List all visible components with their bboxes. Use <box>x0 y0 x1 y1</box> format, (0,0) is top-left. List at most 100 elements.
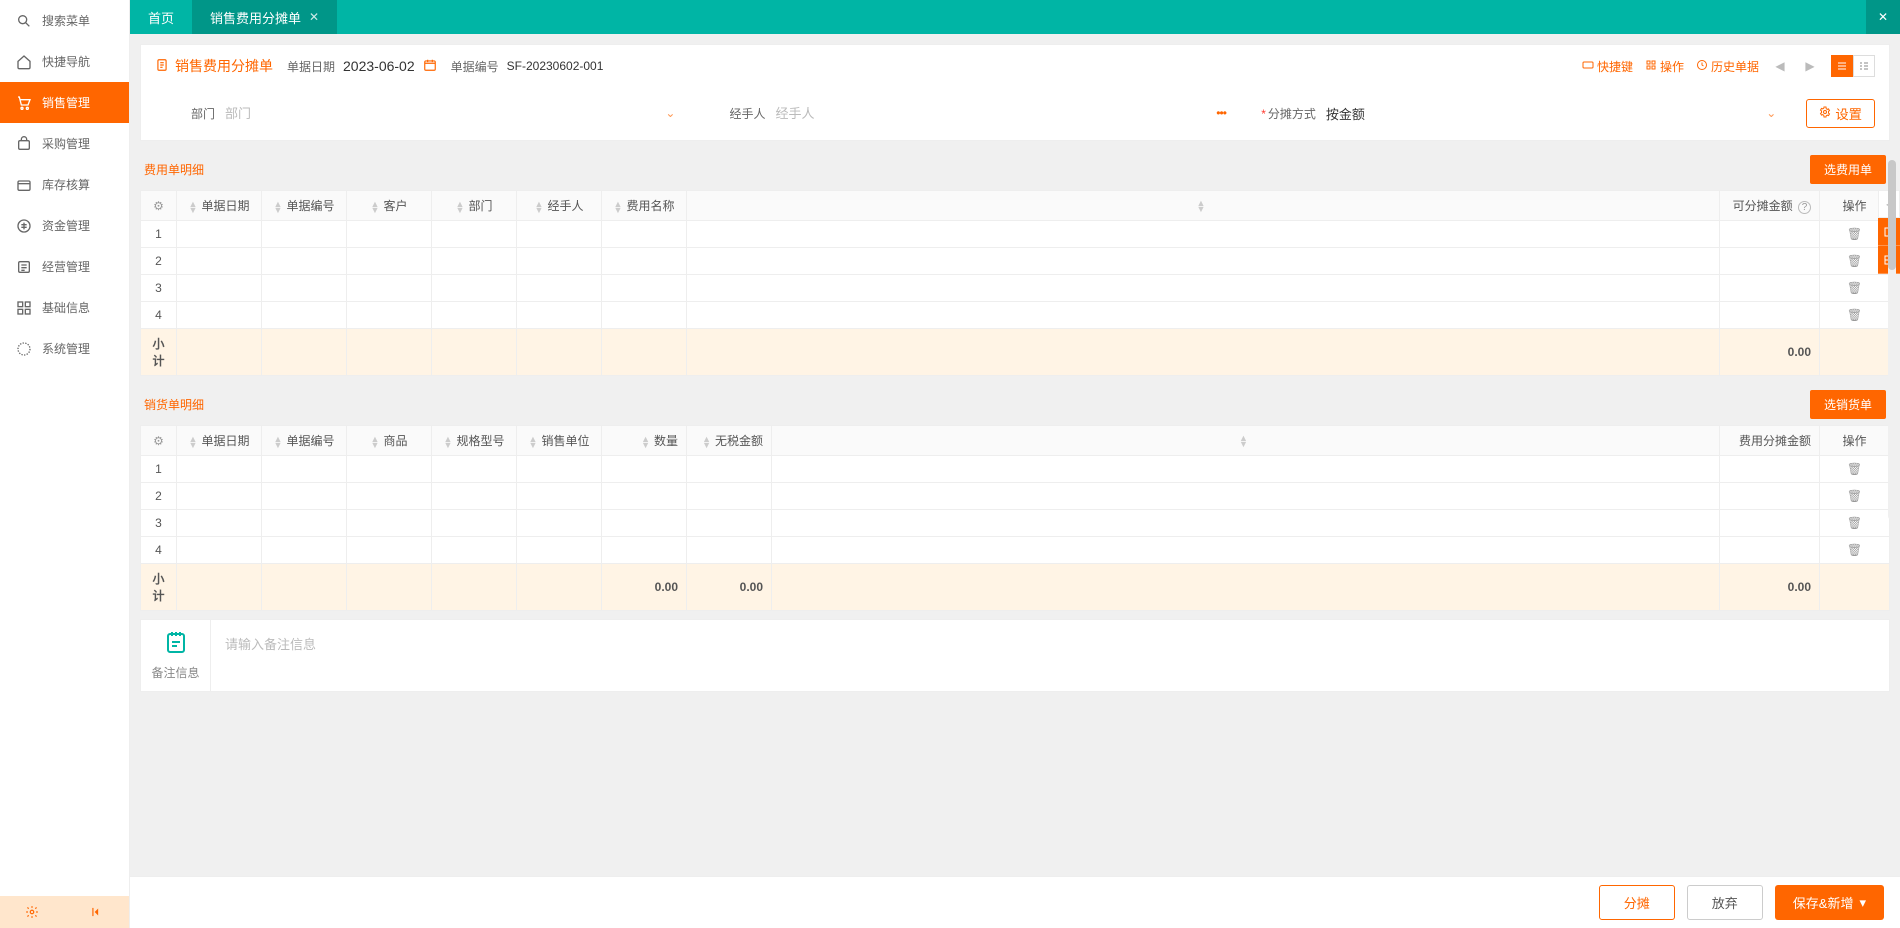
sidebar-item-nav[interactable]: 快捷导航 <box>0 41 129 82</box>
discard-button[interactable]: 放弃 <box>1687 885 1763 920</box>
delete-icon[interactable]: 🗑 <box>1847 462 1862 476</box>
bag-icon <box>16 136 32 152</box>
date-value[interactable]: 2023-06-02 <box>343 58 415 74</box>
sort-icon[interactable]: ▲▼ <box>614 201 623 213</box>
sort-icon[interactable]: ▲▼ <box>274 436 283 448</box>
sort-icon[interactable]: ▲▼ <box>274 201 283 213</box>
handler-input[interactable] <box>775 102 1225 125</box>
document-icon <box>155 58 169 75</box>
scrollbar[interactable] <box>1888 160 1896 520</box>
help-icon[interactable]: ? <box>1798 201 1811 214</box>
sort-icon[interactable]: ▲▼ <box>702 436 711 448</box>
view-list-button[interactable] <box>1831 55 1853 77</box>
search-icon <box>16 13 32 29</box>
gear-icon[interactable]: ⚙ <box>153 434 164 448</box>
save-new-button[interactable]: 保存&新增 ▾ <box>1775 885 1884 920</box>
sidebar-item-basic[interactable]: 基础信息 <box>0 287 129 328</box>
grid-icon <box>16 300 32 316</box>
sidebar-label: 基础信息 <box>42 299 90 316</box>
sidebar: 搜索菜单 快捷导航 销售管理 采购管理 库存核算 资金管理 <box>0 0 130 928</box>
history-link[interactable]: 历史单据 <box>1696 58 1759 75</box>
sort-icon[interactable]: ▲▼ <box>444 436 453 448</box>
table-row[interactable]: 1🗑 <box>141 456 1890 483</box>
sidebar-item-finance[interactable]: 资金管理 <box>0 205 129 246</box>
tab-current[interactable]: 销售费用分摊单 ✕ <box>192 0 337 34</box>
home-icon <box>16 54 32 70</box>
subtotal-row: 小计0.00 <box>141 329 1890 376</box>
method-select[interactable] <box>1326 102 1776 125</box>
page-title: 销售费用分摊单 <box>155 56 273 76</box>
table-row[interactable]: 4🗑 <box>141 537 1890 564</box>
select-expense-button[interactable]: 选费用单 <box>1810 155 1886 184</box>
chevron-down-icon: ▾ <box>1859 895 1866 911</box>
sort-icon[interactable]: ▲▼ <box>371 201 380 213</box>
sidebar-item-sales[interactable]: 销售管理 <box>0 82 129 123</box>
allocate-button[interactable]: 分摊 <box>1599 885 1675 920</box>
chevron-down-icon[interactable]: ⌄ <box>1766 106 1776 120</box>
gear-icon[interactable]: ⚙ <box>153 199 164 213</box>
sidebar-settings-button[interactable] <box>0 896 65 928</box>
sort-icon[interactable]: ▲▼ <box>189 436 198 448</box>
close-icon[interactable]: ✕ <box>309 10 319 24</box>
sidebar-label: 系统管理 <box>42 340 90 357</box>
table-row[interactable]: 3🗑 <box>141 510 1890 537</box>
delete-icon[interactable]: 🗑 <box>1847 227 1862 241</box>
sidebar-item-purchase[interactable]: 采购管理 <box>0 123 129 164</box>
sidebar-item-system[interactable]: 系统管理 <box>0 328 129 369</box>
view-grid-button[interactable] <box>1853 55 1875 77</box>
sort-icon[interactable]: ▲▼ <box>456 201 465 213</box>
settings-button[interactable]: 设置 <box>1806 99 1875 128</box>
sort-icon[interactable]: ▲▼ <box>371 436 380 448</box>
date-label: 单据日期 <box>287 58 335 75</box>
table-row[interactable]: 2🗑 <box>141 248 1890 275</box>
sidebar-label: 资金管理 <box>42 217 90 234</box>
cart-icon <box>16 95 32 111</box>
table-row[interactable]: 4🗑 <box>141 302 1890 329</box>
sort-icon[interactable]: ▲▼ <box>1239 435 1248 447</box>
main: 首页 销售费用分摊单 ✕ ✕ 销售费用分摊单 单据日期 2023-06-02 <box>130 0 1900 928</box>
sort-icon[interactable]: ▲▼ <box>535 201 544 213</box>
notes-icon <box>164 630 188 660</box>
table-row[interactable]: 3🗑 <box>141 275 1890 302</box>
gear-icon <box>16 341 32 357</box>
shortcut-link[interactable]: 快捷键 <box>1582 58 1633 75</box>
box-icon <box>16 177 32 193</box>
tab-home[interactable]: 首页 <box>130 0 192 34</box>
keyboard-icon <box>1582 59 1594 74</box>
sidebar-collapse-button[interactable] <box>65 896 130 928</box>
more-icon[interactable]: ••• <box>1216 106 1226 120</box>
delete-icon[interactable]: 🗑 <box>1847 489 1862 503</box>
remarks-input[interactable] <box>211 620 1889 691</box>
next-doc-button[interactable]: ▶ <box>1801 57 1819 75</box>
prev-doc-button[interactable]: ◀ <box>1771 57 1789 75</box>
sort-icon[interactable]: ▲▼ <box>189 201 198 213</box>
delete-icon[interactable]: 🗑 <box>1847 281 1862 295</box>
sort-icon[interactable]: ▲▼ <box>529 436 538 448</box>
sidebar-item-search[interactable]: 搜索菜单 <box>0 0 129 41</box>
footer: 分摊 放弃 保存&新增 ▾ <box>130 876 1900 928</box>
page-title-text: 销售费用分摊单 <box>175 56 273 76</box>
sort-icon[interactable]: ▲▼ <box>641 436 650 448</box>
apps-icon <box>1645 59 1657 74</box>
handler-label: 经手人 <box>705 105 765 122</box>
list-icon <box>16 259 32 275</box>
money-icon <box>16 218 32 234</box>
table-row[interactable]: 1🗑 <box>141 221 1890 248</box>
delete-icon[interactable]: 🗑 <box>1847 308 1862 322</box>
gear-icon <box>1819 106 1831 121</box>
sort-icon[interactable]: ▲▼ <box>1197 200 1206 212</box>
chevron-down-icon[interactable]: ⌄ <box>665 106 675 120</box>
operate-link[interactable]: 操作 <box>1645 58 1684 75</box>
delete-icon[interactable]: 🗑 <box>1847 516 1862 530</box>
sidebar-item-business[interactable]: 经营管理 <box>0 246 129 287</box>
calendar-icon[interactable] <box>423 58 437 75</box>
doc-no-label: 单据编号 <box>451 58 499 75</box>
tabs-close-all-button[interactable]: ✕ <box>1866 0 1900 34</box>
delete-icon[interactable]: 🗑 <box>1847 543 1862 557</box>
tab-bar: 首页 销售费用分摊单 ✕ ✕ <box>130 0 1900 34</box>
sidebar-item-inventory[interactable]: 库存核算 <box>0 164 129 205</box>
select-sales-button[interactable]: 选销货单 <box>1810 390 1886 419</box>
table-row[interactable]: 2🗑 <box>141 483 1890 510</box>
dept-input[interactable] <box>225 102 675 125</box>
delete-icon[interactable]: 🗑 <box>1847 254 1862 268</box>
